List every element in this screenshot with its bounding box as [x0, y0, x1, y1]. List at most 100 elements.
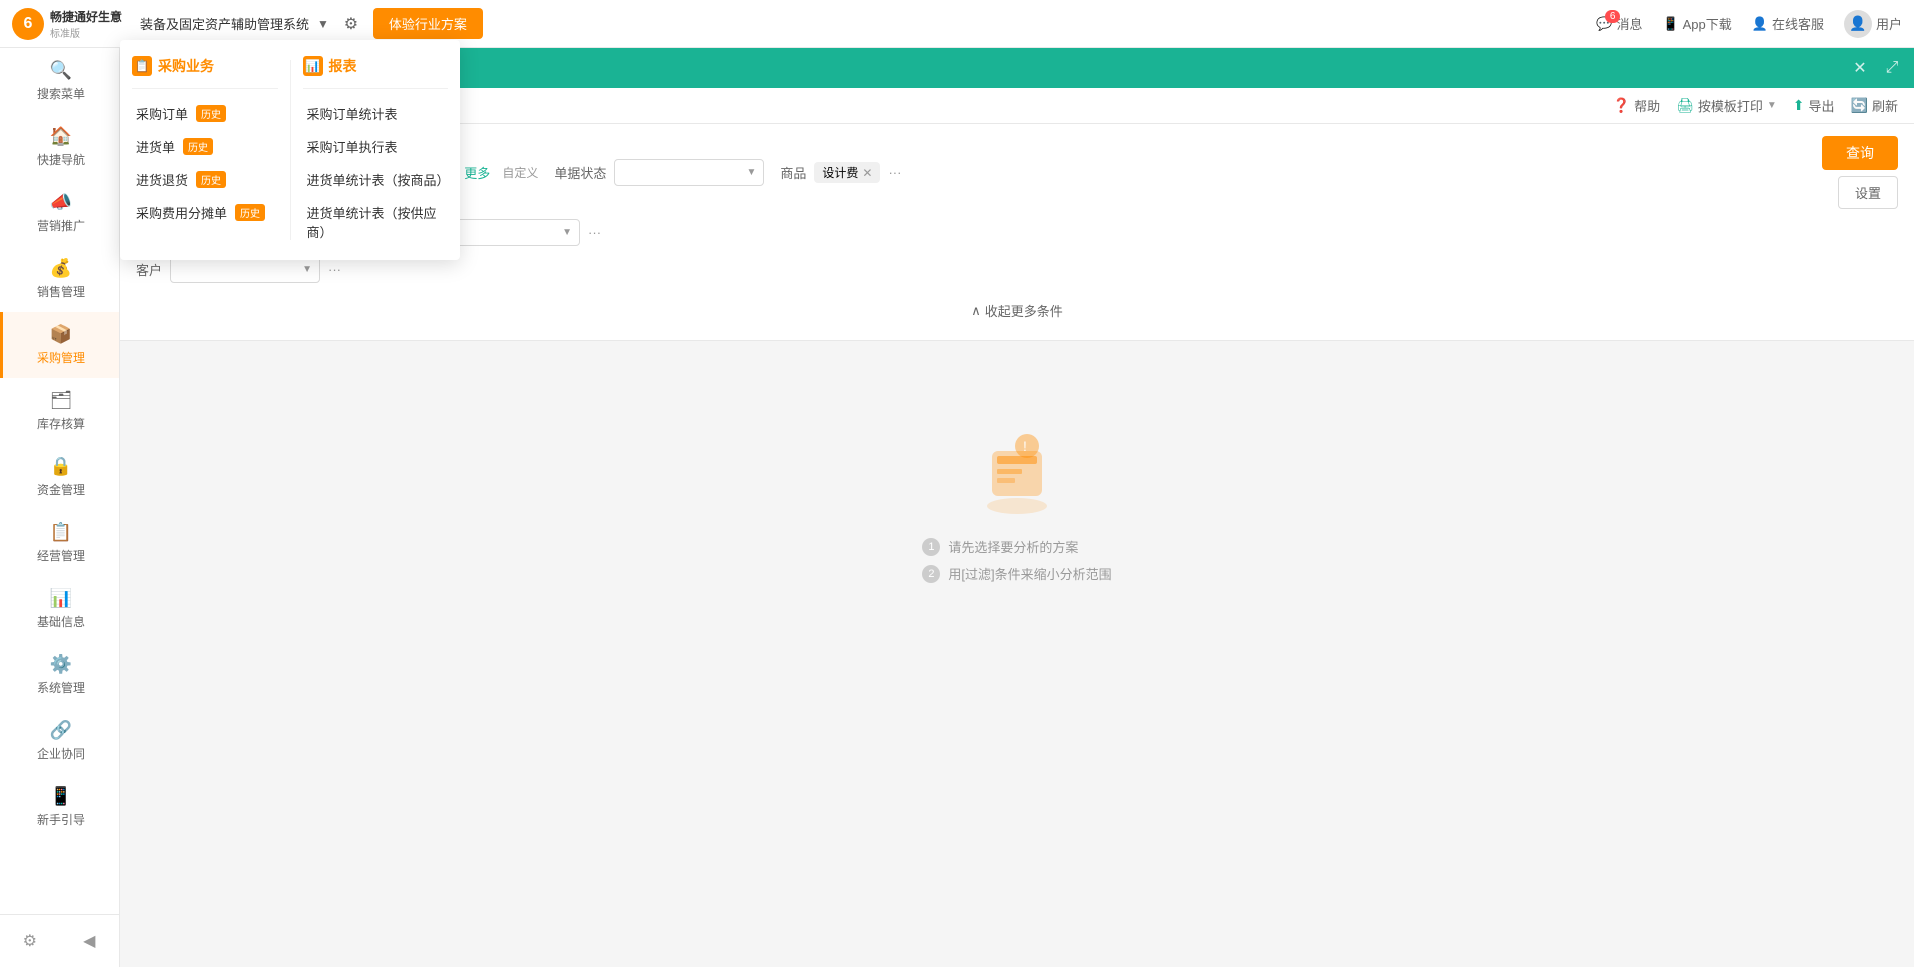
print-dropdown-icon[interactable]: ▼ [1767, 100, 1777, 111]
print-button[interactable]: 🖨 按模板打印 ▼ [1676, 96, 1777, 115]
dropdown-item-po-stats-label: 采购订单统计表 [307, 104, 398, 123]
salesperson-filter-ellipsis[interactable]: ··· [588, 225, 601, 240]
dropdown-item-receipt-stats-supplier[interactable]: 进货单统计表（按供应商） [303, 196, 449, 248]
voucher-status-select-wrap: ▼ [614, 159, 764, 186]
sidebar: 🔍 搜索菜单 🏠 快捷导航 📣 营销推广 💰 销售管理 📦 采购管理 🗂 库存核… [0, 48, 120, 967]
dropdown-item-po-exec[interactable]: 采购订单执行表 [303, 130, 449, 163]
purchase-business-title: 📋 采购业务 [132, 52, 278, 89]
settings-icon[interactable]: ⚙ [337, 10, 365, 38]
dropdown-item-receipt-stats-supplier-label: 进货单统计表（按供应商） [307, 203, 445, 241]
customer-select[interactable] [170, 256, 320, 283]
export-button[interactable]: ⬆ 导出 [1793, 96, 1835, 115]
history-badge-purchase-order: 历史 [196, 105, 226, 122]
empty-illustration: ! [967, 421, 1067, 521]
sidebar-item-search[interactable]: 🔍 搜索菜单 [0, 48, 119, 114]
sidebar-item-navigation[interactable]: 🏠 快捷导航 [0, 114, 119, 180]
empty-hint-1: 1 请先选择要分析的方案 [922, 537, 1111, 556]
dropdown-item-purchase-expense-label: 采购费用分摊单 [136, 203, 227, 222]
user-item[interactable]: 👤 用户 [1844, 10, 1902, 38]
dropdown-item-po-stats[interactable]: 采购订单统计表 [303, 97, 449, 130]
date-more-link[interactable]: 更多 [464, 163, 490, 182]
dropdown-item-receipt-stats-goods-label: 进货单统计表（按商品） [307, 170, 445, 189]
sidebar-item-sales[interactable]: 💰 销售管理 [0, 246, 119, 312]
dropdown-item-goods-return[interactable]: 进货退货 历史 [132, 163, 278, 196]
hint-num-2: 2 [922, 565, 940, 583]
user-avatar: 👤 [1844, 10, 1872, 38]
sidebar-item-guide-label: 新手引导 [37, 811, 85, 828]
system-title: 装备及固定资产辅助管理系统 [140, 14, 309, 33]
history-badge-goods-return: 历史 [196, 171, 226, 188]
collapse-label: 收起更多条件 [985, 301, 1063, 320]
goods-tag: 设计费 ✕ [814, 162, 880, 183]
sidebar-item-system[interactable]: ⚙️ 系统管理 [0, 642, 119, 708]
messages-item[interactable]: 💬 6 消息 [1596, 14, 1642, 33]
app-download-label: App下载 [1683, 14, 1732, 33]
messages-badge: 6 [1605, 10, 1621, 23]
industry-button[interactable]: 体验行业方案 [373, 8, 483, 39]
voucher-status-label: 单据状态 [554, 163, 606, 182]
enterprise-icon: 🔗 [50, 720, 72, 741]
goods-tag-text: 设计费 [822, 164, 858, 181]
sidebar-item-purchase-label: 采购管理 [37, 349, 85, 366]
dropdown-item-goods-receipt[interactable]: 进货单 历史 [132, 130, 278, 163]
system-title-dropdown[interactable]: ▼ [317, 17, 329, 31]
sidebar-item-purchase[interactable]: 📦 采购管理 [0, 312, 119, 378]
online-service-label: 在线客服 [1772, 14, 1824, 33]
help-button[interactable]: ❓ 帮助 [1613, 96, 1660, 115]
phone-icon: 📱 [1662, 16, 1678, 32]
search-icon: 🔍 [50, 60, 72, 81]
refresh-button[interactable]: 🔄 刷新 [1851, 96, 1898, 115]
dropdown-item-receipt-stats-goods[interactable]: 进货单统计表（按商品） [303, 163, 449, 196]
sidebar-item-inventory[interactable]: 🗂 库存核算 [0, 378, 119, 444]
sidebar-item-marketing[interactable]: 📣 营销推广 [0, 180, 119, 246]
tab-expand-btn[interactable]: ⤢ [1878, 54, 1906, 82]
sidebar-item-inventory-label: 库存核算 [37, 415, 85, 432]
dropdown-item-goods-receipt-label: 进货单 [136, 137, 175, 156]
filter-row-3: 客户 ▼ ··· [136, 256, 1898, 283]
online-service-item[interactable]: 👤 在线客服 [1752, 14, 1824, 33]
collapse-icon: ∧ [971, 303, 981, 319]
goods-label: 商品 [780, 163, 806, 182]
sidebar-item-basic-info[interactable]: 📊 基础信息 [0, 576, 119, 642]
tab-close-all-btn[interactable]: ✕ [1846, 54, 1874, 82]
sidebar-item-guide[interactable]: 📱 新手引导 [0, 774, 119, 840]
tabs-right: ✕ ⤢ [1846, 54, 1914, 82]
sidebar-item-enterprise[interactable]: 🔗 企业协同 [0, 708, 119, 774]
sidebar-item-sales-label: 销售管理 [37, 283, 85, 300]
filter-goods: 商品 设计费 ✕ ··· [780, 162, 980, 183]
purchase-dropdown-menu: 📋 采购业务 采购订单 历史 进货单 历史 进货退货 历史 [120, 48, 460, 260]
report-col: 📊 报表 采购订单统计表 采购订单执行表 进货单统计表（按商品） 进货单统计表（… [291, 52, 461, 248]
voucher-status-select[interactable] [614, 159, 764, 186]
purchase-icon: 📦 [50, 324, 72, 345]
goods-filter-ellipsis[interactable]: ··· [888, 165, 901, 180]
sidebar-item-search-label: 搜索菜单 [37, 85, 85, 102]
customer-label: 客户 [136, 260, 162, 279]
empty-state: ! 1 请先选择要分析的方案 2 用[过滤]条件来缩小分析范围 [120, 341, 1914, 663]
sidebar-settings-btn[interactable]: ⚙ [14, 925, 46, 957]
nav-title-area: 装备及固定资产辅助管理系统 ▼ ⚙ 体验行业方案 [132, 8, 1596, 39]
dropdown-item-purchase-expense[interactable]: 采购费用分摊单 历史 [132, 196, 278, 229]
collapse-button[interactable]: ∧ 收起更多条件 [136, 293, 1898, 328]
settings-button[interactable]: 设置 [1838, 176, 1898, 209]
sidebar-item-operations-label: 经营管理 [37, 547, 85, 564]
main-layout: 🔍 搜索菜单 🏠 快捷导航 📣 营销推广 💰 销售管理 📦 采购管理 🗂 库存核… [0, 48, 1914, 967]
customer-select-wrap: ▼ [170, 256, 320, 283]
filter-customer: 客户 ▼ ··· [136, 256, 341, 283]
customer-filter-ellipsis[interactable]: ··· [328, 262, 341, 277]
logo-text: 畅捷通好生意 标准版 [50, 8, 122, 40]
purchase-business-col: 📋 采购业务 采购订单 历史 进货单 历史 进货退货 历史 [120, 52, 290, 248]
sidebar-item-marketing-label: 营销推广 [37, 217, 85, 234]
dropdown-item-goods-return-label: 进货退货 [136, 170, 188, 189]
filter-voucher-status: 单据状态 ▼ [554, 159, 764, 186]
sidebar-collapse-btn[interactable]: ◀ [73, 925, 105, 957]
sidebar-item-operations[interactable]: 📋 经营管理 [0, 510, 119, 576]
query-button[interactable]: 查询 [1822, 136, 1898, 170]
help-icon: ❓ [1613, 97, 1630, 114]
date-custom-label[interactable]: 自定义 [502, 164, 538, 181]
app-download-item[interactable]: 📱 App下载 [1662, 14, 1731, 33]
dropdown-item-po-exec-label: 采购订单执行表 [307, 137, 398, 156]
sidebar-item-finance[interactable]: 🔒 资金管理 [0, 444, 119, 510]
sidebar-item-navigation-label: 快捷导航 [37, 151, 85, 168]
goods-tag-close[interactable]: ✕ [862, 166, 872, 180]
dropdown-item-purchase-order[interactable]: 采购订单 历史 [132, 97, 278, 130]
